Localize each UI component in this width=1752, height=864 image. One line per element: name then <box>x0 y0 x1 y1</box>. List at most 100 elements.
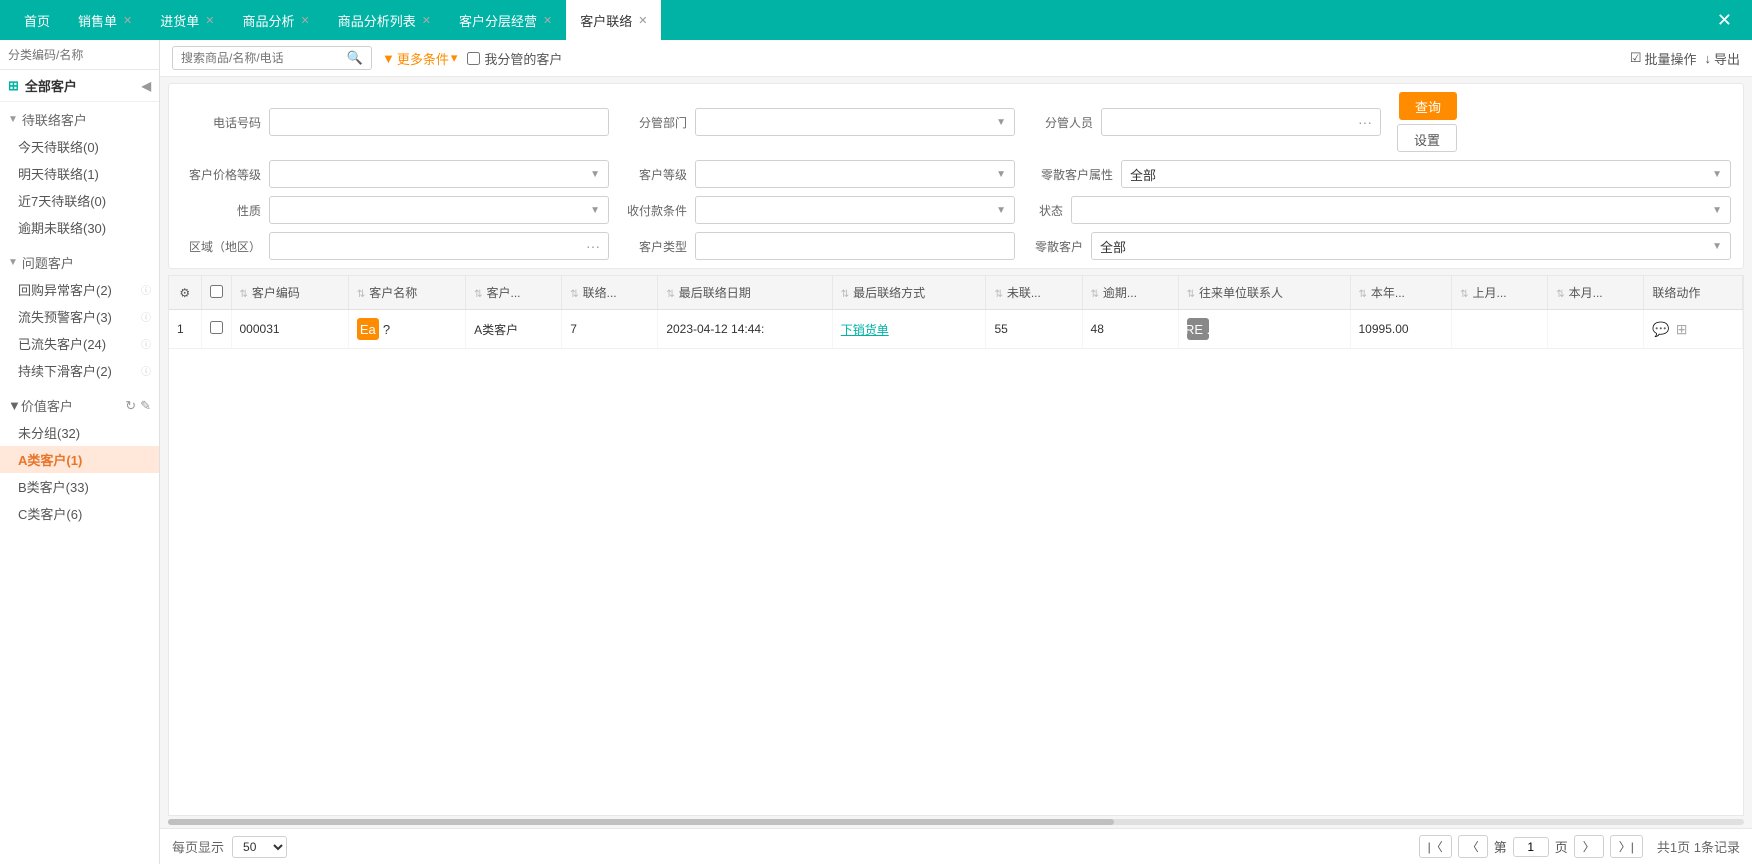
sidebar-all-customers[interactable]: ⊞ 全部客户 ◀ <box>0 70 159 102</box>
close-analysis-list-icon[interactable]: ✕ <box>422 14 431 27</box>
sidebar-item-b-class[interactable]: B类客户(33) <box>0 473 159 500</box>
arrow-down-icon2: ▼ <box>8 257 18 268</box>
td-last-way: 下销货单 <box>832 310 986 349</box>
page-size-select[interactable]: 50 100 200 <box>232 836 287 858</box>
th-settings[interactable]: ⚙ <box>169 276 201 310</box>
sidebar-collapse-icon[interactable]: ◀ <box>142 79 151 93</box>
filter-cust-level-select[interactable]: ▼ <box>695 160 1015 188</box>
filter-status-select[interactable]: ▼ <box>1071 196 1731 224</box>
main-layout: 🔍 ⊞ 全部客户 ◀ ▼ 待联络客户 今天待联络(0) 明天待联络(1) 近7天… <box>0 40 1752 864</box>
sidebar-item-repurchase[interactable]: 回购异常客户(2) ⓘ <box>0 276 159 303</box>
last-page-button[interactable]: 〉| <box>1610 835 1643 858</box>
th-code[interactable]: ⇅客户编码 <box>231 276 348 310</box>
region-more-icon[interactable]: ··· <box>586 238 600 254</box>
tab-customer-contact[interactable]: 客户联络 ✕ <box>566 0 661 40</box>
sidebar-item-churned[interactable]: 已流失客户(24) ⓘ <box>0 330 159 357</box>
tab-analysis-list[interactable]: 商品分析列表 ✕ <box>324 0 445 40</box>
td-not-contacted: 55 <box>986 310 1082 349</box>
tab-analysis[interactable]: 商品分析 ✕ <box>228 0 323 40</box>
main-search-input[interactable] <box>181 51 347 65</box>
filter-nature-select[interactable]: ▼ <box>269 196 609 224</box>
sidebar-item-today[interactable]: 今天待联络(0) <box>0 133 159 160</box>
my-customer-label: 我分管的客户 <box>484 49 562 68</box>
dept-dropdown-icon: ▼ <box>996 117 1006 128</box>
th-customer-type[interactable]: ⇅客户... <box>466 276 562 310</box>
first-page-button[interactable]: |〈 <box>1419 835 1452 858</box>
edit-icon[interactable]: ✎ <box>140 398 151 414</box>
close-purchase-icon[interactable]: ✕ <box>205 14 214 27</box>
th-unit-contacts[interactable]: ⇅往来单位联系人 <box>1178 276 1350 310</box>
sidebar-item-tomorrow[interactable]: 明天待联络(1) <box>0 160 159 187</box>
qr-action-icon[interactable]: ⊞ <box>1676 321 1688 338</box>
window-close-icon[interactable]: ✕ <box>1707 10 1742 31</box>
my-customer-checkbox[interactable] <box>467 52 480 65</box>
close-analysis-icon[interactable]: ✕ <box>301 14 310 27</box>
sidebar-item-week[interactable]: 近7天待联络(0) <box>0 187 159 214</box>
prev-page-button[interactable]: 〈 <box>1458 835 1488 858</box>
more-filter-button[interactable]: ▼ 更多条件 ▾ <box>382 49 457 68</box>
th-name[interactable]: ⇅客户名称 <box>348 276 465 310</box>
sidebar-item-overdue[interactable]: 逾期未联络(30) <box>0 214 159 241</box>
filter-retail-attr-select[interactable]: 全部 ▼ <box>1121 160 1731 188</box>
filter-label-status: 状态 <box>1023 202 1063 219</box>
export-button[interactable]: ↓ 导出 <box>1704 49 1740 68</box>
th-not-contacted[interactable]: ⇅未联... <box>986 276 1082 310</box>
select-all-checkbox[interactable] <box>210 285 223 298</box>
sort-ya-icon: ⇅ <box>1359 289 1367 300</box>
filter-retail-select[interactable]: 全部 ▼ <box>1091 232 1731 260</box>
setting-button[interactable]: 设置 <box>1397 124 1457 152</box>
filter-cust-type-input[interactable] <box>695 232 1015 260</box>
sidebar-group-problem-title[interactable]: ▼ 问题客户 <box>0 249 159 276</box>
sidebar-group-pending-title[interactable]: ▼ 待联络客户 <box>0 106 159 133</box>
th-this-month[interactable]: ⇅本月... <box>1548 276 1644 310</box>
sidebar-group-problem: ▼ 问题客户 回购异常客户(2) ⓘ 流失预警客户(3) ⓘ 已流失客户(24)… <box>0 245 159 388</box>
main-search-icon[interactable]: 🔍 <box>347 50 363 66</box>
tab-analysis-list-label: 商品分析列表 <box>338 11 416 30</box>
tab-home[interactable]: 首页 <box>10 0 64 40</box>
tab-purchase[interactable]: 进货单 ✕ <box>146 0 228 40</box>
th-last-month[interactable]: ⇅上月... <box>1452 276 1548 310</box>
th-last-way[interactable]: ⇅最后联络方式 <box>832 276 986 310</box>
sidebar-search-input[interactable] <box>8 48 160 62</box>
sidebar-item-ungrouped[interactable]: 未分组(32) <box>0 419 159 446</box>
chat-action-icon[interactable]: 💬 <box>1652 321 1669 338</box>
tab-sales[interactable]: 销售单 ✕ <box>64 0 146 40</box>
th-year-amount[interactable]: ⇅本年... <box>1350 276 1452 310</box>
scrollbar-thumb[interactable] <box>168 819 1114 825</box>
query-button[interactable]: 查询 <box>1399 92 1457 120</box>
filter-payment-select[interactable]: ▼ <box>695 196 1015 224</box>
main-search-box: 🔍 <box>172 46 372 70</box>
last-contact-way-link[interactable]: 下销货单 <box>841 323 889 337</box>
manager-more-icon[interactable]: ··· <box>1358 114 1372 130</box>
filter-retail-value: 全部 <box>1100 237 1126 256</box>
page-number-input[interactable] <box>1513 837 1549 857</box>
sort-date-icon: ⇅ <box>666 289 674 300</box>
table-row: 1 000031 Ea ? <box>169 310 1743 349</box>
sidebar-item-c-class[interactable]: C类客户(6) <box>0 500 159 527</box>
row-checkbox[interactable] <box>210 321 223 334</box>
sidebar-item-churn-warning[interactable]: 流失预警客户(3) ⓘ <box>0 303 159 330</box>
filter-price-level-select[interactable]: ▼ <box>269 160 609 188</box>
close-sales-icon[interactable]: ✕ <box>123 14 132 27</box>
th-overdue[interactable]: ⇅逾期... <box>1082 276 1178 310</box>
filter-dept-select[interactable]: ▼ <box>695 108 1015 136</box>
next-page-button[interactable]: 〉 <box>1574 835 1604 858</box>
page-total-label: 页 <box>1555 837 1568 856</box>
batch-operation-button[interactable]: ☑ 批量操作 <box>1630 49 1697 68</box>
filter-phone-input[interactable] <box>269 108 609 136</box>
sidebar-item-a-class[interactable]: A类客户(1) <box>0 446 159 473</box>
th-contacts[interactable]: ⇅联络... <box>562 276 658 310</box>
close-customer-mgmt-icon[interactable]: ✕ <box>543 14 552 27</box>
sort-tm-icon: ⇅ <box>1556 289 1564 300</box>
sidebar-group-value-title[interactable]: ▼ 价值客户 ↻ ✎ <box>0 392 159 419</box>
horizontal-scrollbar[interactable] <box>160 816 1752 828</box>
close-customer-contact-icon[interactable]: ✕ <box>638 14 647 27</box>
filter-manager-input[interactable]: ··· <box>1101 108 1381 136</box>
th-last-date[interactable]: ⇅最后联络日期 <box>658 276 832 310</box>
sidebar-item-declining[interactable]: 持续下滑客户(2) ⓘ <box>0 357 159 384</box>
refresh-icon[interactable]: ↻ <box>125 398 136 414</box>
filter-label-cust-level: 客户等级 <box>617 166 687 183</box>
filter-region-input[interactable]: ··· <box>269 232 609 260</box>
tab-customer-mgmt[interactable]: 客户分层经营 ✕ <box>445 0 566 40</box>
filter-label-retail: 零散客户 <box>1023 238 1083 255</box>
